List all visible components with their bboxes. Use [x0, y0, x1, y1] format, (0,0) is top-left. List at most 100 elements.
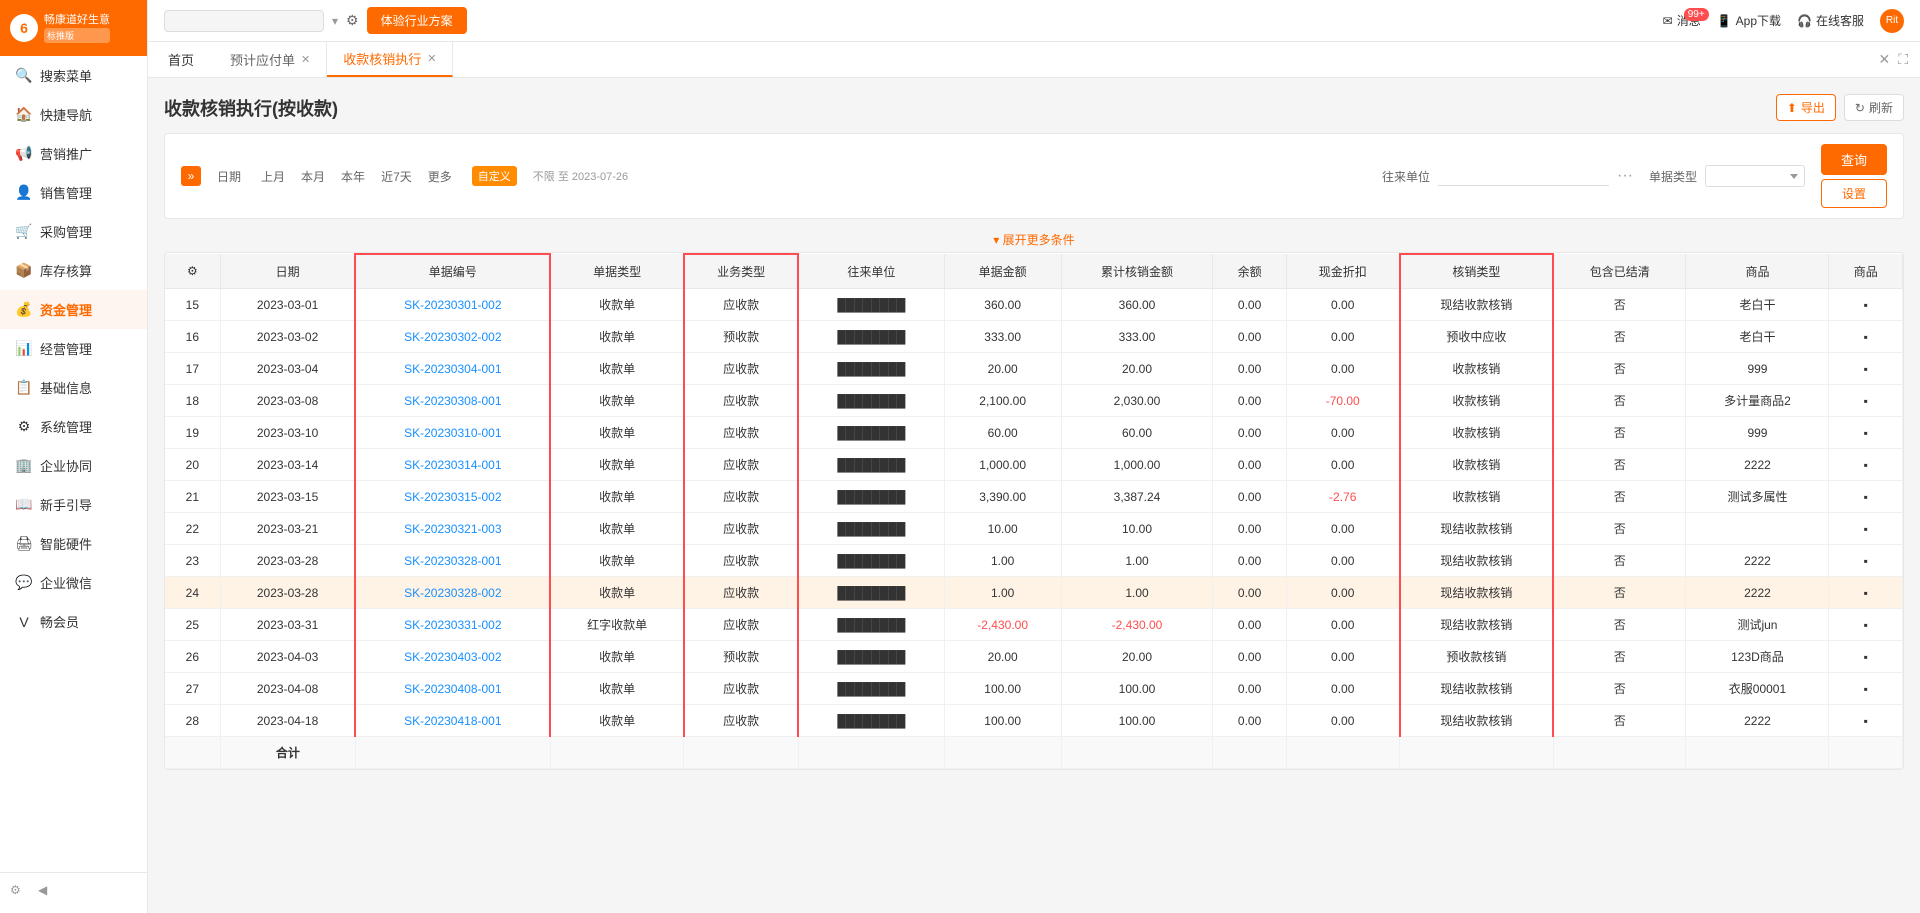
cell-bill_no[interactable]: SK-20230315-002: [355, 481, 550, 513]
cell-bill_no[interactable]: SK-20230328-001: [355, 545, 550, 577]
date-custom-button[interactable]: 自定义: [472, 166, 517, 186]
sidebar-label-inventory: 库存核算: [40, 261, 92, 280]
filter-settings-button[interactable]: 设置: [1821, 179, 1887, 208]
unit-label: 往来单位: [1382, 168, 1430, 185]
bill-no-link[interactable]: SK-20230315-002: [404, 490, 501, 504]
cell-product2: ▪: [1829, 545, 1903, 577]
sidebar-icon-member: V: [16, 614, 32, 630]
date-option-上月[interactable]: 上月: [257, 166, 289, 187]
cell-balance: 0.00: [1213, 289, 1286, 321]
sidebar-item-hardware[interactable]: 🖨智能硬件: [0, 524, 147, 563]
solution-button[interactable]: 体验行业方案: [367, 7, 467, 34]
bill-no-link[interactable]: SK-20230304-001: [404, 362, 501, 376]
app-download-button[interactable]: 📱 App下载: [1717, 12, 1781, 29]
cell-bill_no[interactable]: SK-20230403-002: [355, 641, 550, 673]
bill-no-link[interactable]: SK-20230408-001: [404, 682, 501, 696]
tab-collection[interactable]: 收款核销执行 ✕: [327, 42, 453, 77]
cell-bill_no[interactable]: SK-20230304-001: [355, 353, 550, 385]
query-button[interactable]: 查询: [1821, 144, 1887, 175]
date-option-近7天[interactable]: 近7天: [377, 166, 416, 187]
bill-no-link[interactable]: SK-20230302-002: [404, 330, 501, 344]
sidebar: 6 畅康道好生意 标推版 🔍搜索菜单🏠快捷导航📢营销推广👤销售管理🛒采购管理📦库…: [0, 0, 148, 913]
col-header-gear[interactable]: ⚙: [165, 254, 220, 289]
cell-bill_no[interactable]: SK-20230331-002: [355, 609, 550, 641]
cell-include_settled: 否: [1553, 577, 1686, 609]
tab-home[interactable]: 首页: [148, 42, 214, 77]
cell-product2: ▪: [1829, 385, 1903, 417]
sidebar-item-purchase[interactable]: 🛒采购管理: [0, 212, 147, 251]
type-select[interactable]: [1705, 165, 1805, 187]
sidebar-item-sales[interactable]: 👤销售管理: [0, 173, 147, 212]
tab-preorder[interactable]: 预计应付单✕: [214, 42, 327, 77]
bill-no-link[interactable]: SK-20230328-002: [404, 586, 501, 600]
fullscreen-icon[interactable]: ⛶: [1898, 51, 1908, 68]
sidebar-item-finance[interactable]: 💰资金管理: [0, 290, 147, 329]
sidebar-item-search-menu[interactable]: 🔍搜索菜单: [0, 56, 147, 95]
bill-no-link[interactable]: SK-20230331-002: [404, 618, 501, 632]
date-option-本年[interactable]: 本年: [337, 166, 369, 187]
table-row: 232023-03-28SK-20230328-001收款单应收款███████…: [165, 545, 1903, 577]
bill-no-link[interactable]: SK-20230321-003: [404, 522, 501, 536]
bill-no-link[interactable]: SK-20230310-001: [404, 426, 501, 440]
bill-no-link[interactable]: SK-20230301-002: [404, 298, 501, 312]
date-range-display: 不限 至 2023-07-26: [533, 168, 628, 184]
messages-button[interactable]: ✉ 消息 99+: [1663, 12, 1701, 29]
unit-input[interactable]: [1438, 167, 1609, 186]
cell-cash_discount: 0.00: [1286, 673, 1399, 705]
chevron-down-icon[interactable]: ▾: [332, 14, 338, 28]
table-scroll[interactable]: ⚙日期单据编号单据类型业务类型往来单位单据金额累计核销金额余额现金折扣核销类型包…: [165, 253, 1903, 769]
cell-bill_no[interactable]: SK-20230321-003: [355, 513, 550, 545]
total-cell-4: [684, 737, 798, 769]
bill-no-link[interactable]: SK-20230308-001: [404, 394, 501, 408]
sidebar-item-quick-nav[interactable]: 🏠快捷导航: [0, 95, 147, 134]
cell-product2: ▪: [1829, 353, 1903, 385]
tab-close-preorder[interactable]: ✕: [301, 53, 310, 66]
bill-no-link[interactable]: SK-20230418-001: [404, 714, 501, 728]
cell-bill_no[interactable]: SK-20230301-002: [355, 289, 550, 321]
cell-product2: ▪: [1829, 641, 1903, 673]
cell-bill_no[interactable]: SK-20230418-001: [355, 705, 550, 737]
refresh-button[interactable]: ↻ 刷新: [1844, 94, 1904, 121]
sidebar-item-member[interactable]: V畅会员: [0, 602, 147, 641]
cell-cancel_type: 现结收款核销: [1400, 545, 1553, 577]
sidebar-item-system[interactable]: ⚙系统管理: [0, 407, 147, 446]
cell-bill_type: 收款单: [550, 705, 684, 737]
date-option-更多[interactable]: 更多: [424, 166, 456, 187]
cell-bill_no[interactable]: SK-20230302-002: [355, 321, 550, 353]
sidebar-item-operation[interactable]: 📊经营管理: [0, 329, 147, 368]
cell-bill_no[interactable]: SK-20230310-001: [355, 417, 550, 449]
date-option-本月[interactable]: 本月: [297, 166, 329, 187]
sidebar-item-inventory[interactable]: 📦库存核算: [0, 251, 147, 290]
cell-bill_no[interactable]: SK-20230308-001: [355, 385, 550, 417]
export-button[interactable]: ⬆ 导出: [1776, 94, 1836, 121]
filter-toggle-button[interactable]: »: [181, 166, 201, 186]
sidebar-settings-icon[interactable]: ⚙: [10, 883, 30, 903]
unit-dots-button[interactable]: ···: [1617, 167, 1633, 185]
cell-bill_no[interactable]: SK-20230328-002: [355, 577, 550, 609]
cell-bill_no[interactable]: SK-20230408-001: [355, 673, 550, 705]
online-service-button[interactable]: 🎧 在线客服: [1797, 12, 1864, 29]
sidebar-item-corp[interactable]: 🏢企业协同: [0, 446, 147, 485]
close-all-icon[interactable]: ✕: [1878, 51, 1890, 68]
cell-acc_amount: 20.00: [1061, 641, 1213, 673]
sidebar-item-guide[interactable]: 📖新手引导: [0, 485, 147, 524]
cell-product: 2222: [1686, 449, 1829, 481]
tab-label-collection: 收款核销执行: [343, 49, 421, 68]
cell-cash_discount: 0.00: [1286, 417, 1399, 449]
avatar[interactable]: Rit: [1880, 9, 1904, 33]
cell-bill_no[interactable]: SK-20230314-001: [355, 449, 550, 481]
bill-no-link[interactable]: SK-20230403-002: [404, 650, 501, 664]
nav-input[interactable]: [164, 10, 324, 32]
sidebar-collapse-icon[interactable]: ◀: [38, 883, 58, 903]
gear-icon[interactable]: ⚙: [346, 12, 359, 29]
tab-close-collection[interactable]: ✕: [427, 52, 436, 65]
sidebar-item-basic-info[interactable]: 📋基础信息: [0, 368, 147, 407]
total-cell-7: [1061, 737, 1213, 769]
sidebar-item-wechat[interactable]: 💬企业微信: [0, 563, 147, 602]
col-header-biz_type: 业务类型: [684, 254, 798, 289]
bill-no-link[interactable]: SK-20230328-001: [404, 554, 501, 568]
sidebar-item-marketing[interactable]: 📢营销推广: [0, 134, 147, 173]
bill-no-link[interactable]: SK-20230314-001: [404, 458, 501, 472]
unit-filter: 往来单位 ···: [1382, 167, 1633, 186]
expand-more-row[interactable]: ▾ 展开更多条件: [164, 227, 1904, 252]
